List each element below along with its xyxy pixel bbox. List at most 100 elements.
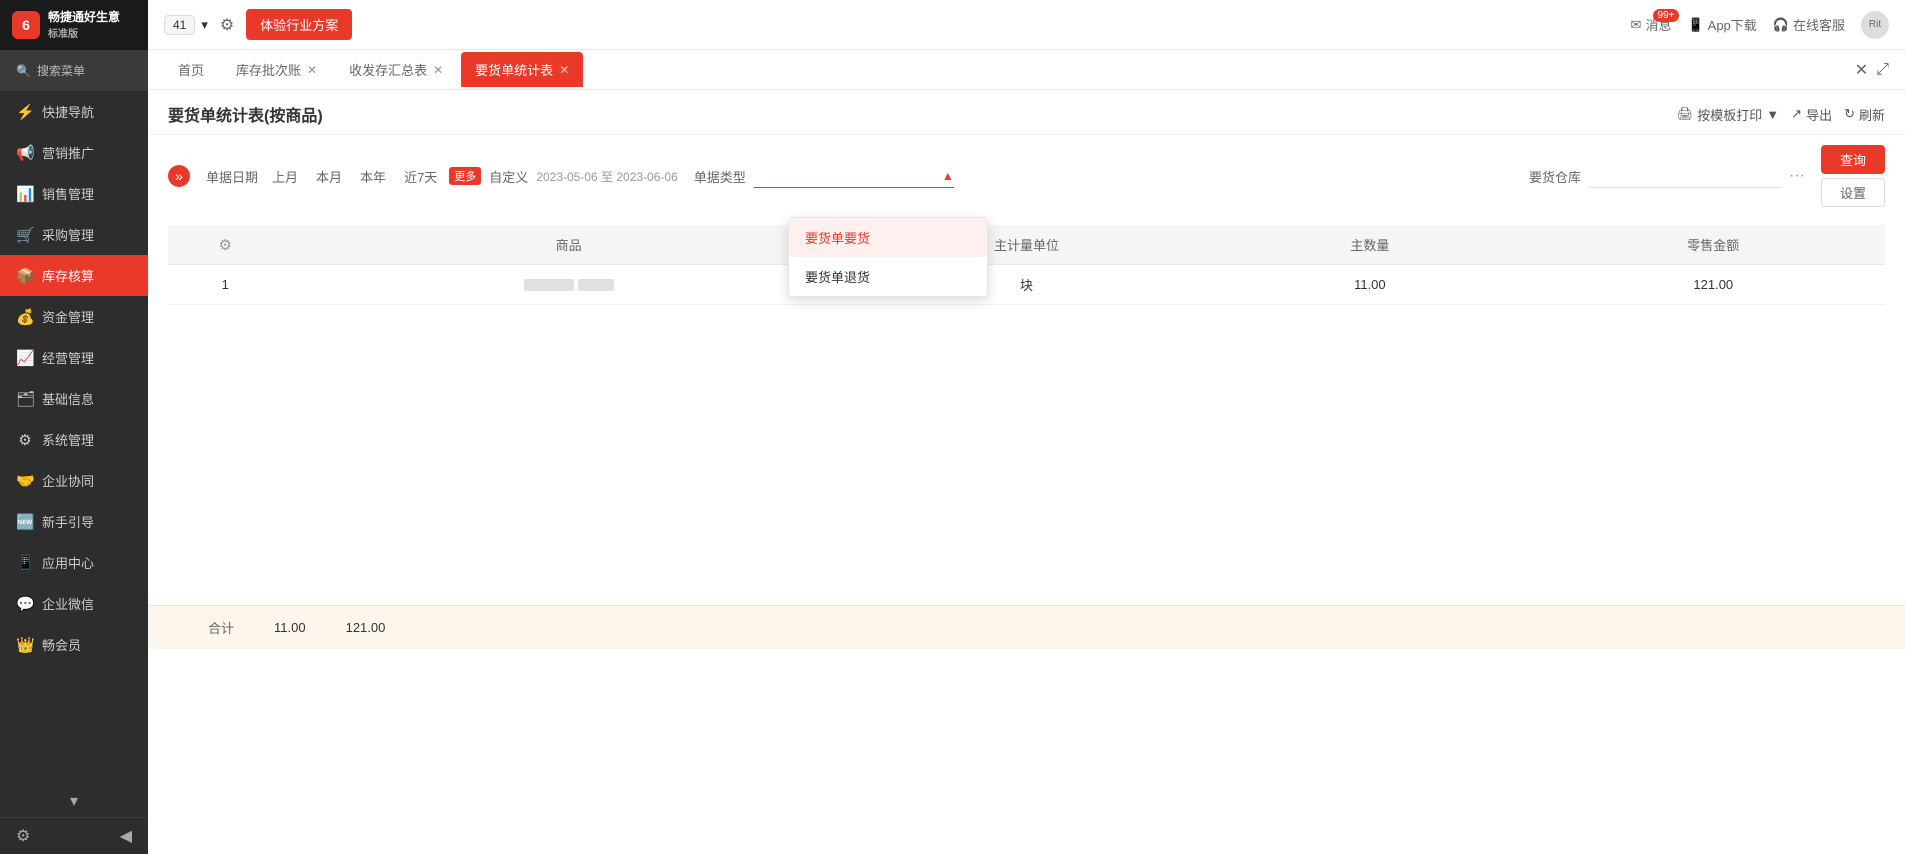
tab-batch-close[interactable]: ✕ — [307, 63, 317, 77]
sidebar-item-basic[interactable]: 🗂 基础信息 — [0, 378, 148, 419]
close-all-tabs-button[interactable]: ✕ — [1855, 60, 1868, 80]
product-placeholder — [294, 279, 842, 291]
sidebar-scroll-down[interactable]: ▾ — [0, 785, 148, 817]
sidebar-item-system[interactable]: ⚙ 系统管理 — [0, 419, 148, 460]
date-prev-month-button[interactable]: 上月 — [266, 165, 304, 188]
sidebar-item-purchase[interactable]: 🛒 采购管理 — [0, 214, 148, 255]
phone-icon: 📱 — [1687, 17, 1703, 33]
table-wrap: ⚙ 商品 主计量单位 主数量 零售金额 1 — [148, 225, 1905, 305]
total-label: 合计 — [208, 618, 234, 637]
user-avatar[interactable]: Rit — [1861, 11, 1889, 39]
type-input[interactable] — [754, 164, 942, 187]
sidebar-item-member[interactable]: 👑 畅会员 — [0, 624, 148, 665]
sidebar-item-operations[interactable]: 📈 经营管理 — [0, 337, 148, 378]
row-product — [282, 265, 854, 305]
store-number: 41 — [164, 15, 195, 35]
refresh-button[interactable]: ↻ 刷新 — [1844, 105, 1885, 124]
tab-requisition-close[interactable]: ✕ — [559, 63, 569, 77]
sidebar-item-finance[interactable]: 💰 资金管理 — [0, 296, 148, 337]
type-dropdown-arrow[interactable]: ▲ — [942, 169, 954, 183]
messages-badge[interactable]: ✉ 消息 99+ — [1631, 15, 1672, 34]
col-settings-header: ⚙ — [168, 225, 282, 265]
tab-summary-close[interactable]: ✕ — [433, 63, 443, 77]
guide-icon: 🆕 — [16, 513, 34, 531]
date-curr-year-button[interactable]: 本年 — [354, 165, 392, 188]
dropdown-item-yuhuo[interactable]: 要货单要货 — [789, 218, 987, 257]
sidebar-item-inventory[interactable]: 📦 库存核算 — [0, 255, 148, 296]
sidebar-item-wechat[interactable]: 💬 企业微信 — [0, 583, 148, 624]
date-curr-month-button[interactable]: 本月 — [310, 165, 348, 188]
sidebar-item-sales[interactable]: 📊 销售管理 — [0, 173, 148, 214]
topbar-right: ✉ 消息 99+ 📱 App下载 🎧 在线客服 Rit — [1631, 11, 1889, 39]
export-button[interactable]: ↗ 导出 — [1791, 105, 1832, 124]
sidebar-collapse-button[interactable]: ◀ — [120, 826, 132, 846]
page-content: 要货单统计表(按商品) 🖨 按模板打印 ▼ ↗ 导出 ↻ 刷新 — [148, 90, 1905, 854]
sidebar-nav: ⚡ 快捷导航 📢 营销推广 📊 销售管理 🛒 采购管理 📦 库存核算 💰 资金管… — [0, 91, 148, 785]
total-qty: 11.00 — [274, 620, 306, 635]
sidebar-item-apps[interactable]: 📱 应用中心 — [0, 542, 148, 583]
tab-batch[interactable]: 库存批次账 ✕ — [222, 52, 331, 87]
col-qty-header: 主数量 — [1198, 225, 1541, 265]
collapse-icon: ◀ — [120, 828, 132, 845]
basic-icon: 🗂 — [16, 390, 34, 408]
sales-icon: 📊 — [16, 185, 34, 203]
warehouse-input[interactable] — [1589, 164, 1781, 188]
page-inner: 要货单统计表(按商品) 🖨 按模板打印 ▼ ↗ 导出 ↻ 刷新 — [148, 90, 1905, 854]
date-7days-button[interactable]: 近7天 — [398, 165, 443, 188]
date-more-button[interactable]: 更多 — [449, 167, 481, 185]
tab-home[interactable]: 首页 — [164, 52, 218, 87]
sidebar-item-quicknav[interactable]: ⚡ 快捷导航 — [0, 91, 148, 132]
table-settings-button[interactable]: ⚙ — [219, 236, 232, 254]
tab-summary[interactable]: 收发存汇总表 ✕ — [335, 52, 457, 87]
warehouse-label: 要货仓库 — [1529, 167, 1581, 186]
topbar: 41 ▾ ⚙ 体验行业方案 ✉ 消息 99+ 📱 App下载 🎧 在线客服 — [148, 0, 1905, 50]
apps-icon: 📱 — [16, 554, 34, 572]
app-download-label: App下载 — [1708, 15, 1757, 34]
filter-type-input-wrap: ▲ — [754, 164, 954, 188]
filter-warehouse-group: 要货仓库 ··· — [1529, 164, 1805, 188]
page-header-actions: 🖨 按模板打印 ▼ ↗ 导出 ↻ 刷新 — [1677, 105, 1885, 124]
filter-settings-button[interactable]: 设置 — [1821, 178, 1885, 207]
row-qty: 11.00 — [1198, 265, 1541, 305]
finance-icon: 💰 — [16, 308, 34, 326]
promo-button[interactable]: 体验行业方案 — [246, 9, 352, 40]
sidebar-item-enterprise[interactable]: 🤝 企业协同 — [0, 460, 148, 501]
type-dropdown: 要货单要货 要货单退货 — [788, 217, 988, 297]
quicknav-icon: ⚡ — [16, 103, 34, 121]
table-header-row: ⚙ 商品 主计量单位 主数量 零售金额 — [168, 225, 1885, 265]
warehouse-options-icon[interactable]: ··· — [1789, 167, 1805, 185]
date-custom-button[interactable]: 自定义 — [489, 167, 528, 186]
expand-tabs-button[interactable]: ⤢ — [1876, 61, 1889, 79]
date-label: 单据日期 — [206, 167, 258, 186]
table-body: 1 块 11.00 121.00 — [168, 265, 1885, 305]
app-version: 标准版 — [48, 25, 120, 40]
sidebar-item-guide[interactable]: 🆕 新手引导 — [0, 501, 148, 542]
store-selector[interactable]: 41 ▾ — [164, 15, 208, 35]
query-button[interactable]: 查询 — [1821, 145, 1885, 174]
online-service-label: 在线客服 — [1793, 15, 1845, 34]
tab-requisition[interactable]: 要货单统计表 ✕ — [461, 52, 583, 87]
sidebar-item-marketing[interactable]: 📢 营销推广 — [0, 132, 148, 173]
sidebar-bottom: ⚙ ◀ — [0, 817, 148, 854]
dropdown-item-tuihuo[interactable]: 要货单退货 — [789, 257, 987, 296]
app-logo: 6 畅捷通好生意 标准版 — [0, 0, 148, 50]
export-icon: ↗ — [1791, 106, 1802, 122]
print-icon: 🖨 — [1677, 106, 1694, 122]
filter-expand-button[interactable]: » — [168, 165, 190, 187]
date-range-display: 2023-05-06 至 2023-06-06 — [536, 168, 677, 185]
print-template-button[interactable]: 🖨 按模板打印 ▼ — [1677, 105, 1779, 124]
operations-icon: 📈 — [16, 349, 34, 367]
app-name: 畅捷通好生意 — [48, 10, 120, 26]
online-service-link[interactable]: 🎧 在线客服 — [1773, 15, 1845, 34]
filter-actions: 查询 设置 — [1821, 145, 1885, 207]
sidebar-settings-button[interactable]: ⚙ — [16, 826, 30, 846]
system-icon: ⚙ — [16, 431, 34, 449]
wechat-icon: 💬 — [16, 595, 34, 613]
app-download-link[interactable]: 📱 App下载 — [1687, 15, 1756, 34]
data-table: ⚙ 商品 主计量单位 主数量 零售金额 1 — [168, 225, 1885, 305]
gear-icon: ⚙ — [16, 828, 30, 845]
sidebar-search-area: 🔍 搜索菜单 — [0, 50, 148, 91]
table-footer: 合计 11.00 121.00 — [148, 605, 1905, 649]
search-menu-button[interactable]: 🔍 搜索菜单 — [10, 58, 138, 83]
topbar-settings-button[interactable]: ⚙ — [220, 15, 234, 35]
